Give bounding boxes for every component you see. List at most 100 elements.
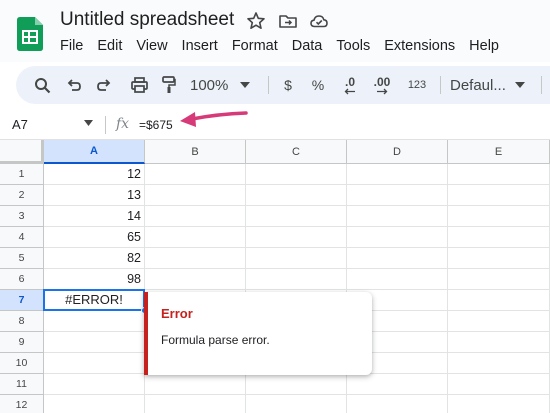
cell-c4[interactable]	[246, 227, 347, 248]
paint-format-icon	[162, 76, 176, 93]
cell-e2[interactable]	[448, 185, 550, 206]
row-header-2[interactable]: 2	[0, 185, 44, 206]
search-menus-button[interactable]	[30, 66, 54, 104]
format-currency-button[interactable]: $	[278, 66, 298, 104]
search-icon	[34, 77, 50, 93]
cell-a10[interactable]	[44, 353, 145, 374]
cell-d12[interactable]	[347, 395, 448, 413]
cell-b12[interactable]	[145, 395, 246, 413]
format-percent-button[interactable]: %	[308, 66, 328, 104]
zoom-select[interactable]: 100%	[190, 66, 258, 104]
menu-insert[interactable]: Insert	[182, 37, 218, 57]
cell-b11[interactable]	[145, 374, 246, 395]
row-header-3[interactable]: 3	[0, 206, 44, 227]
cell-c12[interactable]	[246, 395, 347, 413]
cell-d6[interactable]	[347, 269, 448, 290]
zoom-value: 100%	[190, 76, 229, 94]
paint-format-button[interactable]	[158, 66, 180, 104]
row-header-1[interactable]: 1	[0, 164, 44, 185]
more-formats-button[interactable]: 123	[404, 66, 430, 104]
row-header-11[interactable]: 11	[0, 374, 44, 395]
cell-e6[interactable]	[448, 269, 550, 290]
cell-a11[interactable]	[44, 374, 145, 395]
column-header-e[interactable]: E	[448, 140, 550, 164]
sheets-logo-icon[interactable]	[17, 17, 43, 51]
cell-a7[interactable]: #ERROR!	[43, 289, 145, 311]
cell-d3[interactable]	[347, 206, 448, 227]
cell-c6[interactable]	[246, 269, 347, 290]
cell-c3[interactable]	[246, 206, 347, 227]
row-header-7[interactable]: 7	[0, 290, 44, 311]
cell-e1[interactable]	[448, 164, 550, 185]
cell-b5[interactable]	[145, 248, 246, 269]
column-header-b[interactable]: B	[145, 140, 246, 164]
cell-a2[interactable]: 13	[44, 185, 145, 206]
row-header-10[interactable]: 10	[0, 353, 44, 374]
row-header-12[interactable]: 12	[0, 395, 44, 413]
move-folder-icon[interactable]	[278, 11, 298, 31]
column-header-a[interactable]: A	[44, 140, 145, 164]
cell-a4[interactable]: 65	[44, 227, 145, 248]
row-header-6[interactable]: 6	[0, 269, 44, 290]
column-header-c[interactable]: C	[246, 140, 347, 164]
print-button[interactable]	[126, 66, 152, 104]
name-box[interactable]: A7	[12, 117, 28, 132]
decrease-decimal-button[interactable]: .0	[338, 66, 362, 104]
number-format-label: 123	[407, 79, 427, 91]
cell-c11[interactable]	[246, 374, 347, 395]
menu-data[interactable]: Data	[292, 37, 323, 57]
menu-tools[interactable]: Tools	[336, 37, 370, 57]
row-header-4[interactable]: 4	[0, 227, 44, 248]
star-icon[interactable]	[246, 11, 266, 31]
cell-a1[interactable]: 12	[44, 164, 145, 185]
cell-a9[interactable]	[44, 332, 145, 353]
column-header-d[interactable]: D	[347, 140, 448, 164]
cell-e8[interactable]	[448, 311, 550, 332]
menu-file[interactable]: File	[60, 37, 83, 57]
menu-help[interactable]: Help	[469, 37, 499, 57]
cell-e11[interactable]	[448, 374, 550, 395]
menu-edit[interactable]: Edit	[97, 37, 122, 57]
row-header-8[interactable]: 8	[0, 311, 44, 332]
cell-b1[interactable]	[145, 164, 246, 185]
cell-a5[interactable]: 82	[44, 248, 145, 269]
cell-a3[interactable]: 14	[44, 206, 145, 227]
cell-e4[interactable]	[448, 227, 550, 248]
undo-icon	[67, 79, 81, 91]
menu-format[interactable]: Format	[232, 37, 278, 57]
row-header-9[interactable]: 9	[0, 332, 44, 353]
cell-e7[interactable]	[448, 290, 550, 311]
cell-d5[interactable]	[347, 248, 448, 269]
undo-button[interactable]	[62, 66, 86, 104]
cell-e3[interactable]	[448, 206, 550, 227]
cell-c5[interactable]	[246, 248, 347, 269]
cell-d11[interactable]	[347, 374, 448, 395]
cell-b3[interactable]	[145, 206, 246, 227]
chevron-down-icon[interactable]	[84, 120, 93, 126]
cell-d4[interactable]	[347, 227, 448, 248]
document-title[interactable]: Untitled spreadsheet	[60, 9, 234, 31]
select-all-corner[interactable]	[0, 140, 44, 164]
cell-d1[interactable]	[347, 164, 448, 185]
formula-input[interactable]: =$675	[139, 118, 173, 132]
redo-button[interactable]	[92, 66, 116, 104]
cell-c1[interactable]	[246, 164, 347, 185]
row-header-5[interactable]: 5	[0, 248, 44, 269]
cell-c2[interactable]	[246, 185, 347, 206]
cell-a8[interactable]	[44, 311, 145, 332]
cell-b4[interactable]	[145, 227, 246, 248]
menu-extensions[interactable]: Extensions	[384, 37, 455, 57]
menu-view[interactable]: View	[136, 37, 167, 57]
cloud-status-icon[interactable]	[309, 11, 329, 31]
cell-e9[interactable]	[448, 332, 550, 353]
cell-e12[interactable]	[448, 395, 550, 413]
cell-e10[interactable]	[448, 353, 550, 374]
cell-b6[interactable]	[145, 269, 246, 290]
cell-b2[interactable]	[145, 185, 246, 206]
increase-decimal-button[interactable]: .00	[368, 66, 396, 104]
cell-d2[interactable]	[347, 185, 448, 206]
font-select[interactable]: Defaul...	[450, 66, 534, 104]
cell-a12[interactable]	[44, 395, 145, 413]
cell-a6[interactable]: 98	[44, 269, 145, 290]
cell-e5[interactable]	[448, 248, 550, 269]
